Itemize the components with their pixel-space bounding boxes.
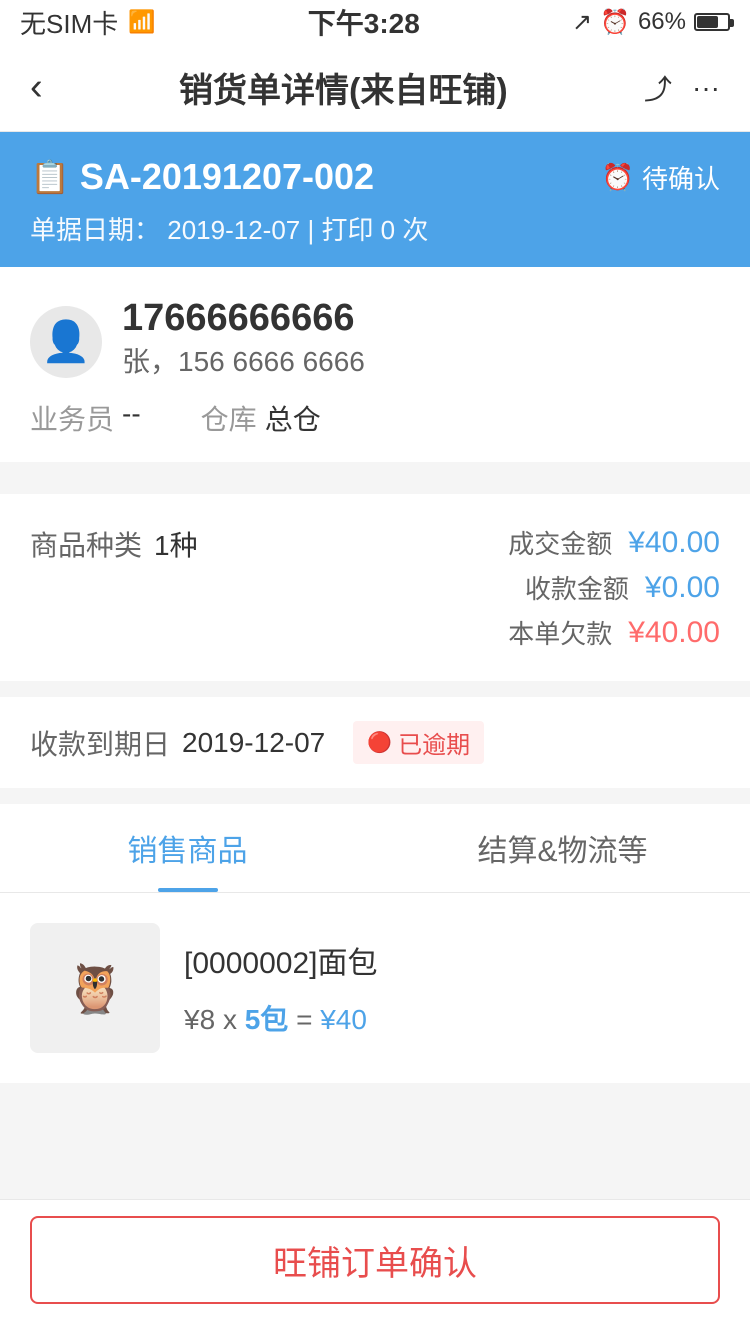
more-button[interactable]: ··· (692, 72, 720, 104)
deal-amount-row: 成交金额 ¥40.00 (508, 524, 720, 561)
customer-phone: 17666666666 (122, 297, 365, 340)
product-thumb-icon: 🦉 (65, 960, 125, 1017)
order-icon: 📋 (30, 158, 70, 196)
alarm-icon: ⏰ (600, 8, 630, 37)
order-status-text: 待确认 (642, 159, 720, 196)
status-right: ↗ ⏰ 66% (572, 8, 730, 37)
order-date-row: 单据日期： 2019-12-07 | 打印 0 次 (30, 210, 720, 247)
status-bar: 无SIM卡 📶 下午3:28 ↗ ⏰ 66% (0, 0, 750, 44)
battery-icon (694, 13, 730, 31)
sales-meta: 业务员 -- (30, 398, 141, 438)
tab-sales[interactable]: 销售商品 (0, 804, 375, 892)
confirm-order-button[interactable]: 旺铺订单确认 (30, 1216, 720, 1304)
due-date-section: 收款到期日 2019-12-07 🔴 已逾期 (0, 697, 750, 788)
customer-row: 👤 17666666666 张，156 6666 6666 (30, 297, 720, 386)
avatar-icon: 👤 (41, 318, 91, 365)
owe-amount-row: 本单欠款 ¥40.00 (508, 614, 720, 651)
carrier-text: 无SIM卡 (20, 4, 118, 41)
warehouse-label: 仓库 (201, 398, 257, 438)
price-unit: ¥8 (184, 1004, 215, 1035)
customer-details: 17666666666 张，156 6666 6666 (122, 297, 365, 386)
quantity: 5包 (245, 1004, 289, 1035)
equals-sign: = (296, 1004, 320, 1035)
overdue-icon: 🔴 (367, 730, 392, 755)
tab-settlement[interactable]: 结算&物流等 (375, 804, 750, 892)
avatar: 👤 (30, 306, 102, 378)
warehouse-meta: 仓库 总仓 (201, 398, 321, 438)
bottom-bar: 旺铺订单确认 (0, 1199, 750, 1334)
due-date-value: 2019-12-07 (182, 727, 325, 759)
summary-section: 商品种类 1种 成交金额 ¥40.00 收款金额 ¥0.00 本单欠款 ¥40.… (0, 494, 750, 681)
order-status-badge: ⏰ 待确认 (602, 159, 720, 196)
print-text: | 打印 0 次 (307, 215, 428, 245)
customer-section: 👤 17666666666 张，156 6666 6666 业务员 -- 仓库 … (0, 267, 750, 462)
share-button[interactable]: ⤴ (644, 68, 672, 108)
sales-value: -- (122, 398, 141, 438)
page-title: 销货单详情(来自旺铺) (179, 63, 508, 112)
summary-right: 成交金额 ¥40.00 收款金额 ¥0.00 本单欠款 ¥40.00 (508, 524, 720, 651)
status-left: 无SIM卡 📶 (20, 4, 156, 41)
category-label: 商品种类 (30, 524, 142, 564)
overdue-text: 已逾期 (398, 725, 470, 760)
product-name: [0000002]面包 (184, 938, 720, 982)
deal-label: 成交金额 (508, 524, 612, 561)
location-icon: ↗ (572, 8, 592, 37)
total-price: ¥40 (320, 1004, 367, 1035)
battery-text: 66% (638, 8, 686, 36)
header-top: 📋 SA-20191207-002 ⏰ 待确认 (30, 156, 720, 198)
overdue-badge: 🔴 已逾期 (353, 721, 484, 764)
order-id-text: SA-20191207-002 (80, 156, 374, 198)
product-price: ¥8 x 5包 = ¥40 (184, 998, 720, 1038)
nav-actions: ⤴ ··· (644, 68, 720, 108)
tabs-container: 销售商品 结算&物流等 (0, 804, 750, 893)
date-label: 单据日期： (30, 215, 160, 245)
receipt-label: 收款金额 (525, 569, 629, 606)
receipt-value: ¥0.00 (645, 571, 720, 605)
order-id: 📋 SA-20191207-002 (30, 156, 374, 198)
product-section: 🦉 [0000002]面包 ¥8 x 5包 = ¥40 (0, 893, 750, 1083)
owe-value: ¥40.00 (628, 616, 720, 650)
owe-label: 本单欠款 (508, 614, 612, 651)
nav-bar: ‹ 销货单详情(来自旺铺) ⤴ ··· (0, 44, 750, 132)
multiply-sign: x (223, 1004, 245, 1035)
product-info: [0000002]面包 ¥8 x 5包 = ¥40 (184, 938, 720, 1038)
wifi-icon: 📶 (128, 9, 155, 35)
sales-label: 业务员 (30, 398, 114, 438)
summary-left: 商品种类 1种 (30, 524, 198, 564)
deal-value: ¥40.00 (628, 526, 720, 560)
due-label: 收款到期日 (30, 723, 170, 763)
product-item: 🦉 [0000002]面包 ¥8 x 5包 = ¥40 (0, 893, 750, 1083)
summary-grid: 商品种类 1种 成交金额 ¥40.00 收款金额 ¥0.00 本单欠款 ¥40.… (30, 524, 720, 651)
customer-meta: 业务员 -- 仓库 总仓 (30, 398, 720, 438)
order-date: 2019-12-07 (167, 215, 300, 245)
section-divider (0, 478, 750, 494)
back-button[interactable]: ‹ (30, 66, 43, 109)
receipt-amount-row: 收款金额 ¥0.00 (525, 569, 720, 606)
product-thumbnail: 🦉 (30, 923, 160, 1053)
time-display: 下午3:28 (308, 2, 420, 42)
warehouse-value: 总仓 (265, 398, 321, 438)
category-value: 1种 (154, 524, 198, 564)
status-clock-icon: ⏰ (602, 162, 634, 193)
customer-name: 张，156 6666 6666 (122, 340, 365, 380)
order-header-card: 📋 SA-20191207-002 ⏰ 待确认 单据日期： 2019-12-07… (0, 132, 750, 267)
